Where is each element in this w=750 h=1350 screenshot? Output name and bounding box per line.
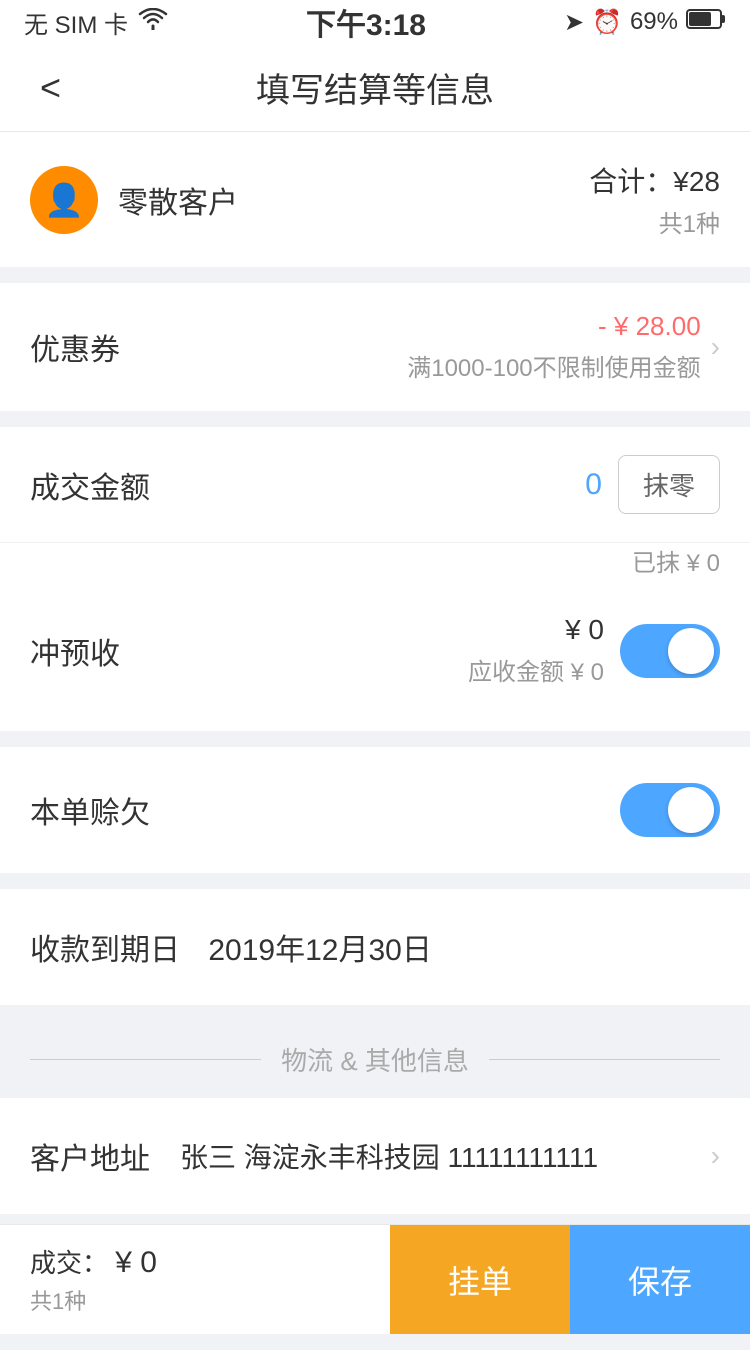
prepay-toggle[interactable]	[620, 624, 720, 678]
customer-right: 合计：¥28 共1种	[589, 160, 720, 239]
status-left: 无 SIM 卡	[24, 5, 168, 40]
alarm-icon: ⏰	[592, 8, 622, 37]
customer-name: 零散客户	[118, 178, 238, 222]
coupon-section: 优惠券 - ¥ 28.00 满1000-100不限制使用金额 ›	[0, 283, 750, 411]
logistics-header: 物流 & 其他信息	[0, 1021, 750, 1098]
total-count: 共1种	[589, 204, 720, 239]
address-label: 客户地址	[30, 1134, 150, 1178]
debt-row: 本单赊欠	[0, 747, 750, 873]
logistics-line-right	[489, 1059, 720, 1060]
logistics-line-left	[30, 1059, 261, 1060]
nav-bar: < 填写结算等信息	[0, 44, 750, 132]
battery-text: 69%	[630, 8, 678, 36]
bottom-info: 成交： ¥ 0 共1种	[0, 1225, 390, 1334]
status-time: 下午3:18	[306, 0, 426, 44]
avatar-icon: 👤	[44, 181, 84, 219]
back-button[interactable]: <	[30, 57, 71, 119]
coupon-values: - ¥ 28.00 满1000-100不限制使用金额	[407, 311, 700, 383]
already-rounded: 已抹 ¥ 0	[0, 543, 750, 598]
due-date-section: 收款到期日 2019年12月30日	[0, 889, 750, 1005]
bottom-bar: 成交： ¥ 0 共1种 挂单 保存	[0, 1224, 750, 1334]
round-zero-button[interactable]: 抹零	[618, 455, 720, 514]
content: 👤 零散客户 合计：¥28 共1种 优惠券 - ¥ 28.00 满1000-10…	[0, 132, 750, 1350]
address-chevron-icon: ›	[711, 1140, 720, 1172]
bottom-count: 共1种	[30, 1284, 360, 1316]
page-title: 填写结算等信息	[256, 63, 494, 112]
coupon-right: - ¥ 28.00 满1000-100不限制使用金额 ›	[407, 311, 720, 383]
customer-row: 👤 零散客户 合计：¥28 共1种	[0, 132, 750, 267]
customer-left: 👤 零散客户	[30, 166, 238, 234]
prepay-toggle-knob	[668, 628, 714, 674]
amount-section: 成交金额 0 抹零 已抹 ¥ 0 冲预收 ¥ 0 应收金额 ¥ 0	[0, 427, 750, 731]
spacer	[0, 715, 750, 731]
status-bar: 无 SIM 卡 下午3:18 ➤ ⏰ 69%	[0, 0, 750, 44]
save-button[interactable]: 保存	[570, 1225, 750, 1334]
debt-toggle-knob	[668, 787, 714, 833]
coupon-row[interactable]: 优惠券 - ¥ 28.00 满1000-100不限制使用金额 ›	[0, 283, 750, 411]
status-right: ➤ ⏰ 69%	[564, 8, 726, 37]
deal-amount-right: 0 抹零	[585, 455, 720, 514]
debt-toggle[interactable]	[620, 783, 720, 837]
coupon-chevron-icon: ›	[711, 331, 720, 363]
bottom-deal-row: 成交： ¥ 0	[30, 1243, 360, 1280]
coupon-label: 优惠券	[30, 325, 120, 369]
deal-amount-value[interactable]: 0	[585, 468, 602, 502]
prepay-label: 冲预收	[30, 629, 120, 673]
deal-amount-label: 成交金额	[30, 463, 150, 507]
coupon-description: 满1000-100不限制使用金额	[407, 348, 700, 383]
battery-icon	[686, 8, 726, 37]
address-row[interactable]: 客户地址 张三 海淀永丰科技园 11111111111 ›	[0, 1098, 750, 1214]
no-sim-text: 无 SIM 卡	[24, 5, 128, 40]
total-amount: 合计：¥28	[589, 160, 720, 200]
address-value: 张三 海淀永丰科技园 11111111111	[180, 1136, 711, 1176]
bottom-deal-label: 成交：	[30, 1248, 108, 1278]
due-date-value: 2019年12月30日	[208, 934, 431, 967]
bottom-deal-amount: ¥ 0	[115, 1246, 157, 1279]
debt-label: 本单赊欠	[30, 788, 150, 832]
deal-amount-row: 成交金额 0 抹零	[0, 427, 750, 543]
avatar: 👤	[30, 166, 98, 234]
hold-button[interactable]: 挂单	[390, 1225, 570, 1334]
debt-section: 本单赊欠	[0, 747, 750, 873]
due-date-label: 收款到期日	[30, 934, 180, 967]
prepay-right: ¥ 0 应收金额 ¥ 0	[468, 614, 720, 687]
address-section: 客户地址 张三 海淀永丰科技园 11111111111 ›	[0, 1098, 750, 1214]
coupon-discount: - ¥ 28.00	[407, 311, 700, 342]
prepay-row: 冲预收 ¥ 0 应收金额 ¥ 0	[0, 598, 750, 715]
wifi-icon	[138, 8, 168, 37]
prepay-amount: ¥ 0	[468, 614, 604, 646]
already-rounded-text: 已抹 ¥ 0	[632, 550, 720, 577]
hold-button-label: 挂单	[448, 1257, 512, 1303]
location-icon: ➤	[564, 8, 584, 37]
prepay-sublabel: 应收金额 ¥ 0	[468, 652, 604, 687]
save-button-label: 保存	[628, 1257, 692, 1303]
logistics-label: 物流 & 其他信息	[281, 1041, 469, 1078]
prepay-values: ¥ 0 应收金额 ¥ 0	[468, 614, 604, 687]
